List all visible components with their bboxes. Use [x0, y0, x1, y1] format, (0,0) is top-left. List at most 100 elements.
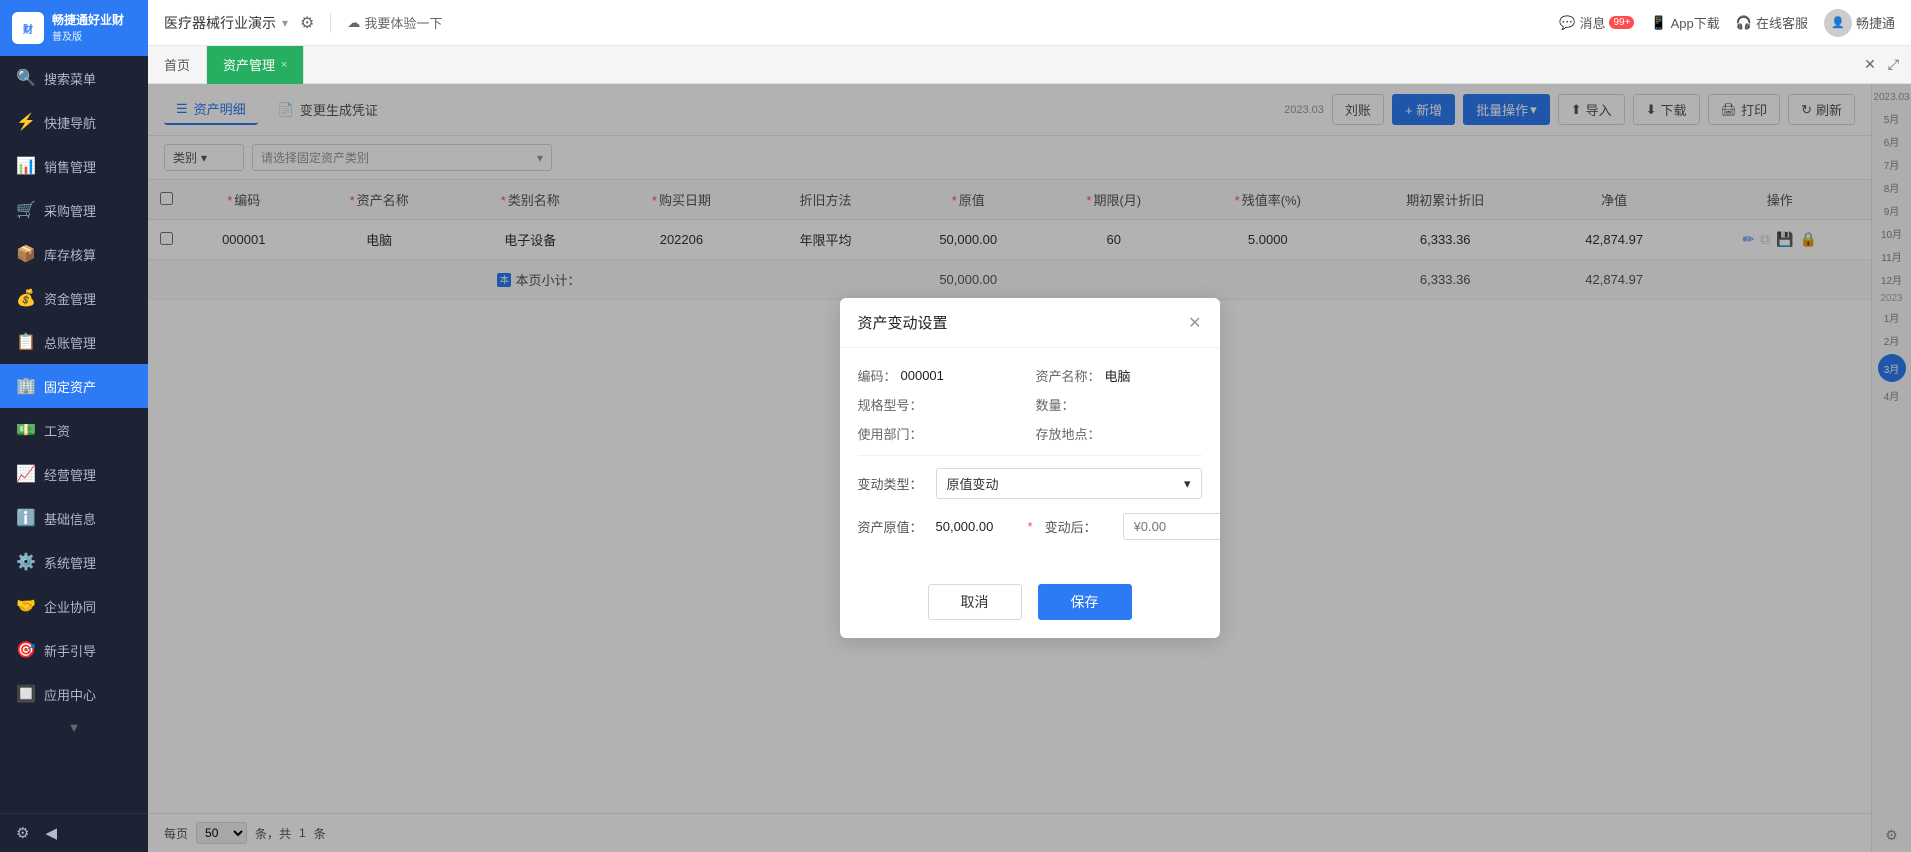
user-avatar: 👤 [1824, 9, 1852, 37]
sidebar-item-quick-nav[interactable]: ⚡ 快捷导航 [0, 100, 148, 144]
save-button[interactable]: 保存 [1038, 584, 1132, 620]
settings-icon[interactable]: ⚙ [16, 824, 29, 842]
modal-close-btn[interactable]: ✕ [1188, 313, 1201, 333]
ledger-icon: 📋 [16, 332, 34, 352]
sidebar-item-purchase[interactable]: 🛒 采购管理 [0, 188, 148, 232]
sidebar-item-finance[interactable]: 💰 资金管理 [0, 276, 148, 320]
sidebar-item-label-app-center: 应用中心 [44, 685, 96, 704]
sidebar-item-label-inventory: 库存核算 [44, 245, 96, 264]
modal-asset-name-field: 资产名称： 电脑 [1036, 366, 1202, 385]
finance-icon: 💰 [16, 288, 34, 308]
collapse-icon[interactable]: ◀ [45, 824, 57, 842]
modal-change-type-label: 变动类型： [858, 474, 928, 493]
sidebar-item-search[interactable]: 🔍 搜索菜单 [0, 56, 148, 100]
messages-btn[interactable]: 💬 消息 99+ [1559, 13, 1634, 32]
tab-asset-management[interactable]: 资产管理 × [207, 46, 304, 84]
sidebar-item-enterprise[interactable]: 🤝 企业协同 [0, 584, 148, 628]
sidebar-item-system[interactable]: ⚙️ 系统管理 [0, 540, 148, 584]
company-name: 医疗器械行业演示 [164, 13, 276, 33]
sidebar-footer: ⚙ ◀ [0, 813, 148, 852]
modal-code-field: 编码： 000001 [858, 366, 1024, 385]
main-content: 医疗器械行业演示 ▾ ⚙ ☁ 我要体验一下 💬 消息 99+ 📱 App下载 🎧… [148, 0, 1911, 852]
sidebar-item-app-center[interactable]: 🔲 应用中心 [0, 672, 148, 716]
logo-icon: 财 [12, 12, 44, 44]
tabbar-right: ✕ ⤢ [1860, 52, 1911, 77]
sidebar-item-basic-info[interactable]: ℹ️ 基础信息 [0, 496, 148, 540]
modal-title: 资产变动设置 [858, 312, 948, 333]
tab-expand-btn[interactable]: ⤢ [1884, 52, 1903, 77]
user-name: 畅捷通 [1856, 13, 1895, 32]
sidebar-scroll-down[interactable]: ▼ [0, 716, 148, 739]
modal-after-change-label: 变动后： [1045, 517, 1115, 536]
message-icon: 💬 [1559, 15, 1575, 31]
modal-code-label: 编码： [858, 366, 897, 385]
tab-close-btn[interactable]: ✕ [1860, 52, 1880, 77]
tab-asset-label: 资产管理 [223, 55, 275, 74]
guide-icon: 🎯 [16, 640, 34, 660]
online-service-label: 在线客服 [1756, 13, 1808, 32]
modal-overlay: 资产变动设置 ✕ 编码： 000001 资产名称： 电脑 [148, 84, 1911, 852]
service-icon: 🎧 [1736, 15, 1752, 31]
asset-change-modal: 资产变动设置 ✕ 编码： 000001 资产名称： 电脑 [840, 298, 1220, 638]
purchase-icon: 🛒 [16, 200, 34, 220]
settings-gear-icon[interactable]: ⚙ [300, 13, 314, 33]
app-center-icon: 🔲 [16, 684, 34, 704]
sidebar-item-fixed-assets[interactable]: 🏢 固定资产 [0, 364, 148, 408]
cancel-button[interactable]: 取消 [928, 584, 1022, 620]
topbar-divider [330, 13, 331, 33]
messages-label: 消息 [1579, 13, 1605, 32]
app-download-btn[interactable]: 📱 App下载 [1650, 13, 1719, 32]
sidebar-item-guide[interactable]: 🎯 新手引导 [0, 628, 148, 672]
sidebar-nav: 🔍 搜索菜单 ⚡ 快捷导航 📊 销售管理 🛒 采购管理 📦 库存核算 💰 资金管… [0, 56, 148, 813]
sidebar-item-label-ledger: 总账管理 [44, 333, 96, 352]
cloud-icon: ☁ [347, 15, 360, 31]
experience-btn[interactable]: ☁ 我要体验一下 [347, 13, 442, 32]
tab-close-icon[interactable]: × [281, 59, 287, 71]
modal-body: 编码： 000001 资产名称： 电脑 规格型号： [840, 348, 1220, 572]
modal-asset-name-value: 电脑 [1105, 366, 1131, 385]
sales-icon: 📊 [16, 156, 34, 176]
after-change-input[interactable] [1123, 513, 1220, 540]
enterprise-icon: 🤝 [16, 596, 34, 616]
download-icon: 📱 [1650, 15, 1666, 31]
app-logo: 财 畅捷通好业财 普及版 [0, 0, 148, 56]
sidebar-item-payroll[interactable]: 💵 工资 [0, 408, 148, 452]
payroll-icon: 💵 [16, 420, 34, 440]
modal-divider [858, 455, 1202, 456]
sidebar-item-sales[interactable]: 📊 销售管理 [0, 144, 148, 188]
modal-change-type-row: 变动类型： 原值变动 ▾ [858, 468, 1202, 499]
sidebar-item-inventory[interactable]: 📦 库存核算 [0, 232, 148, 276]
app-name: 畅捷通好业财 [52, 13, 124, 29]
modal-header: 资产变动设置 ✕ [840, 298, 1220, 348]
messages-badge: 99+ [1609, 16, 1634, 29]
sidebar-item-label-guide: 新手引导 [44, 641, 96, 660]
online-service-btn[interactable]: 🎧 在线客服 [1736, 13, 1808, 32]
user-menu[interactable]: 👤 畅捷通 [1824, 9, 1895, 37]
modal-asset-value-label: 资产原值： [858, 517, 928, 536]
topbar-right: 💬 消息 99+ 📱 App下载 🎧 在线客服 👤 畅捷通 [1559, 9, 1895, 37]
tab-home[interactable]: 首页 [148, 46, 207, 84]
sidebar-item-label-fixed-assets: 固定资产 [44, 377, 96, 396]
inventory-icon: 📦 [16, 244, 34, 264]
sidebar-item-label-purchase: 采购管理 [44, 201, 96, 220]
system-icon: ⚙️ [16, 552, 34, 572]
sidebar-item-label-operations: 经营管理 [44, 465, 96, 484]
content-area: ☰ 资产明细 📄 变更生成凭证 2023.03 刘账 + 新增 批量操作 ▾ [148, 84, 1911, 852]
modal-quantity-label: 数量： [1036, 395, 1075, 414]
app-edition: 普及版 [52, 28, 124, 43]
modal-dept-field: 使用部门： [858, 424, 1024, 443]
sidebar-item-label-quick-nav: 快捷导航 [44, 113, 96, 132]
sidebar: 财 畅捷通好业财 普及版 🔍 搜索菜单 ⚡ 快捷导航 📊 销售管理 🛒 采购管理… [0, 0, 148, 852]
modal-spec-field: 规格型号： [858, 395, 1024, 414]
modal-info-row-3: 使用部门： 存放地点： [858, 424, 1202, 443]
app-download-label: App下载 [1671, 13, 1720, 32]
sidebar-item-label-search: 搜索菜单 [44, 69, 96, 88]
modal-spec-label: 规格型号： [858, 395, 923, 414]
fixed-assets-icon: 🏢 [16, 376, 34, 396]
modal-info-row-1: 编码： 000001 资产名称： 电脑 [858, 366, 1202, 385]
sidebar-item-operations[interactable]: 📈 经营管理 [0, 452, 148, 496]
modal-storage-label: 存放地点： [1036, 424, 1101, 443]
sidebar-item-ledger[interactable]: 📋 总账管理 [0, 320, 148, 364]
change-type-select[interactable]: 原值变动 ▾ [936, 468, 1202, 499]
company-selector[interactable]: 医疗器械行业演示 ▾ [164, 13, 288, 33]
